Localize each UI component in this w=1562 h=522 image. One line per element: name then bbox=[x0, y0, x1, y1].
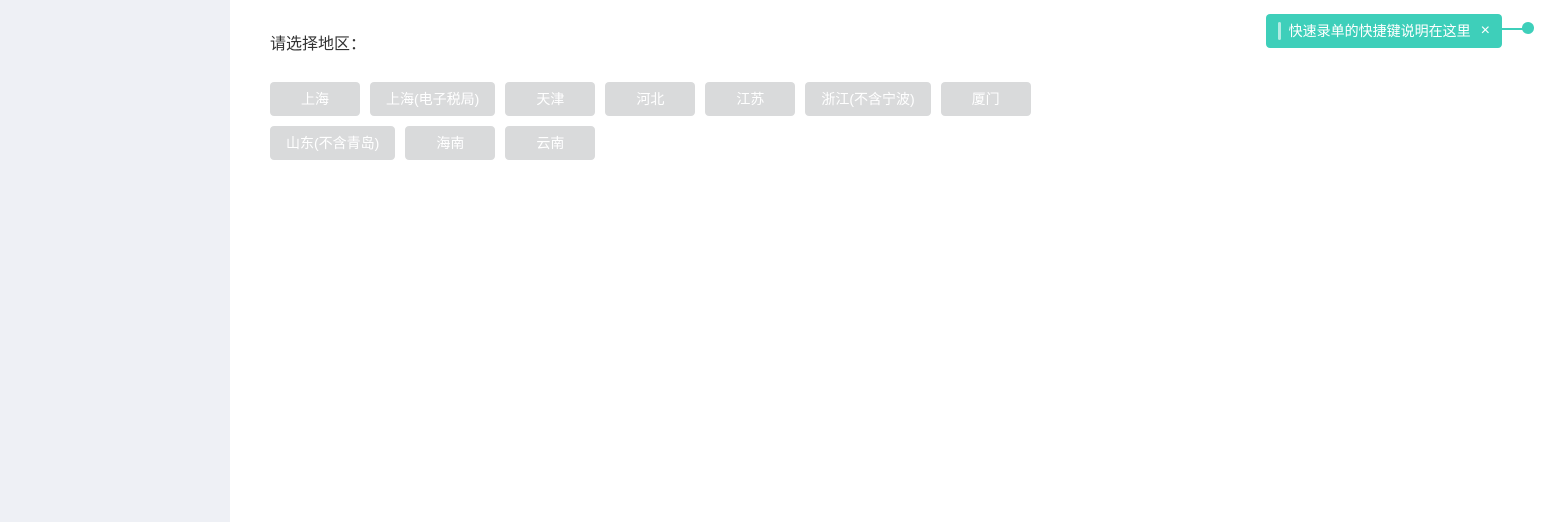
tooltip-divider bbox=[1278, 22, 1281, 40]
region-btn-shandong[interactable]: 山东(不含青岛) bbox=[270, 126, 395, 160]
region-btn-jiangsu[interactable]: 江苏 bbox=[705, 82, 795, 116]
region-btn-yunnan[interactable]: 云南 bbox=[505, 126, 595, 160]
tooltip-text: 快速录单的快捷键说明在这里 bbox=[1289, 21, 1471, 41]
region-btn-xiamen[interactable]: 厦门 bbox=[941, 82, 1031, 116]
region-btn-tianjin[interactable]: 天津 bbox=[505, 82, 595, 116]
region-btn-shanghai-etax[interactable]: 上海(电子税局) bbox=[370, 82, 495, 116]
region-buttons-row2: 山东(不含青岛) 海南云南 bbox=[270, 126, 1522, 160]
region-btn-shanghai[interactable]: 上海 bbox=[270, 82, 360, 116]
region-btn-hainan[interactable]: 海南 bbox=[405, 126, 495, 160]
tooltip-bar: 快速录单的快捷键说明在这里 × bbox=[1266, 14, 1502, 48]
main-content: 请选择地区： 上海上海(电子税局)天津河北江苏浙江(不含宁波)厦门 山东(不含青… bbox=[230, 0, 1562, 522]
region-btn-hebei[interactable]: 河北 bbox=[605, 82, 695, 116]
sidebar bbox=[0, 0, 230, 522]
region-btn-zhejiang[interactable]: 浙江(不含宁波) bbox=[805, 82, 930, 116]
region-buttons-row1: 上海上海(电子税局) 天津河北江苏浙江(不含宁波) 厦门 bbox=[270, 82, 1522, 116]
tooltip-close-button[interactable]: × bbox=[1481, 23, 1490, 39]
tooltip-dot bbox=[1522, 22, 1534, 34]
